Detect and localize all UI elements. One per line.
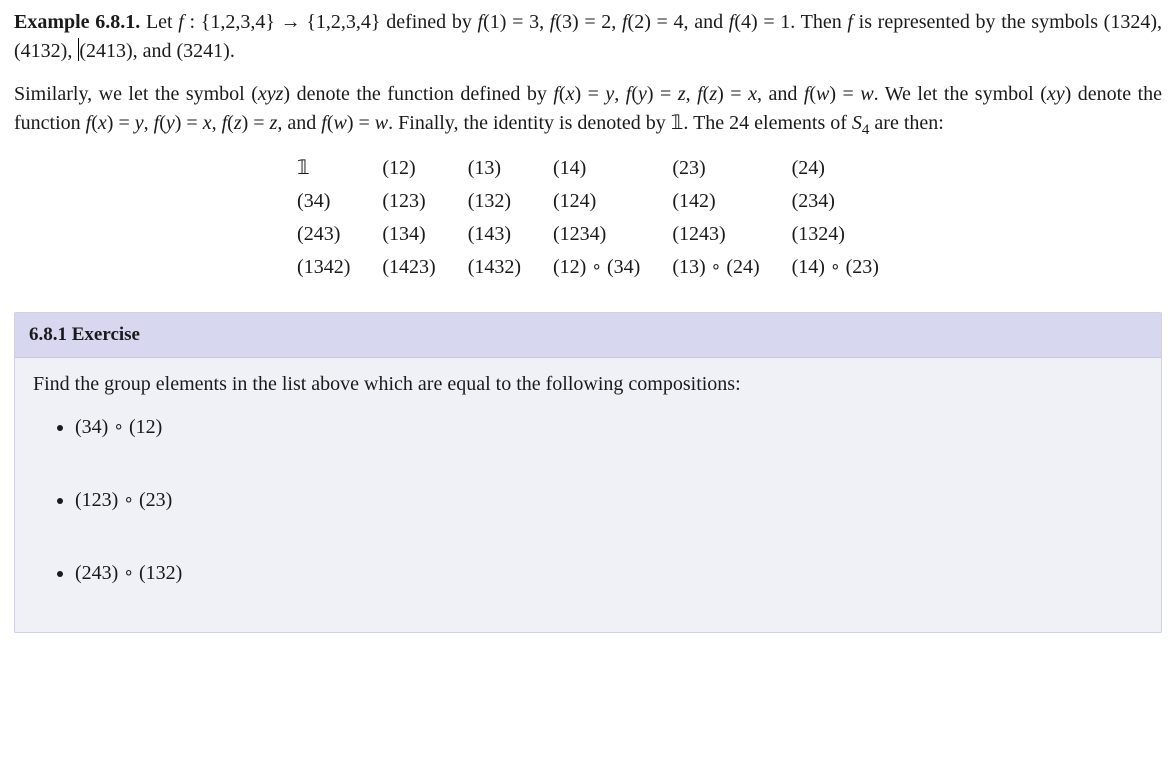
table-cell: (13) ∘ (24)	[656, 251, 775, 284]
s4-elements-body: 𝟙(12)(13)(14)(23)(24)(34)(123)(132)(124)…	[281, 152, 895, 284]
table-cell: (23)	[656, 152, 775, 185]
exercise-body: Find the group elements in the list abov…	[15, 358, 1161, 588]
paragraph-2: Similarly, we let the symbol (xyz) denot…	[14, 80, 1162, 138]
list-item: (243) ∘ (132)	[75, 559, 1143, 588]
table-cell: (34)	[281, 185, 366, 218]
s4-elements-table: 𝟙(12)(13)(14)(23)(24)(34)(123)(132)(124)…	[281, 152, 895, 284]
table-row: (243)(134)(143)(1234)(1243)(1324)	[281, 218, 895, 251]
table-cell: (1324)	[776, 218, 895, 251]
table-cell: (13)	[452, 152, 537, 185]
table-cell: (1432)	[452, 251, 537, 284]
table-cell: (143)	[452, 218, 537, 251]
table-cell: (234)	[776, 185, 895, 218]
table-row: (34)(123)(132)(124)(142)(234)	[281, 185, 895, 218]
page: Example 6.8.1. Let f : {1,2,3,4} → {1,2,…	[0, 0, 1176, 633]
example-paragraph: Example 6.8.1. Let f : {1,2,3,4} → {1,2,…	[14, 8, 1162, 66]
table-cell: (12)	[366, 152, 451, 185]
table-cell: (132)	[452, 185, 537, 218]
exercise-title: 6.8.1 Exercise	[15, 313, 1161, 358]
table-cell: (24)	[776, 152, 895, 185]
table-row: (1342)(1423)(1432)(12) ∘ (34)(13) ∘ (24)…	[281, 251, 895, 284]
table-cell: (1243)	[656, 218, 775, 251]
table-cell: (1423)	[366, 251, 451, 284]
list-item: (34) ∘ (12)	[75, 413, 1143, 442]
table-cell: (12) ∘ (34)	[537, 251, 656, 284]
table-cell: (243)	[281, 218, 366, 251]
list-item: (123) ∘ (23)	[75, 486, 1143, 515]
table-cell: (123)	[366, 185, 451, 218]
table-cell: (1234)	[537, 218, 656, 251]
table-cell: (1342)	[281, 251, 366, 284]
example-text: Let f : {1,2,3,4} → {1,2,3,4} defined by…	[14, 11, 1162, 62]
exercise-box: 6.8.1 Exercise Find the group elements i…	[14, 312, 1162, 633]
table-cell: (124)	[537, 185, 656, 218]
table-cell: 𝟙	[281, 152, 366, 185]
table-row: 𝟙(12)(13)(14)(23)(24)	[281, 152, 895, 185]
example-label: Example 6.8.1.	[14, 11, 140, 33]
exercise-prompt: Find the group elements in the list abov…	[33, 370, 1143, 399]
table-cell: (14) ∘ (23)	[776, 251, 895, 284]
table-cell: (14)	[537, 152, 656, 185]
table-cell: (134)	[366, 218, 451, 251]
exercise-list: (34) ∘ (12) (123) ∘ (23) (243) ∘ (132)	[33, 413, 1143, 588]
table-cell: (142)	[656, 185, 775, 218]
